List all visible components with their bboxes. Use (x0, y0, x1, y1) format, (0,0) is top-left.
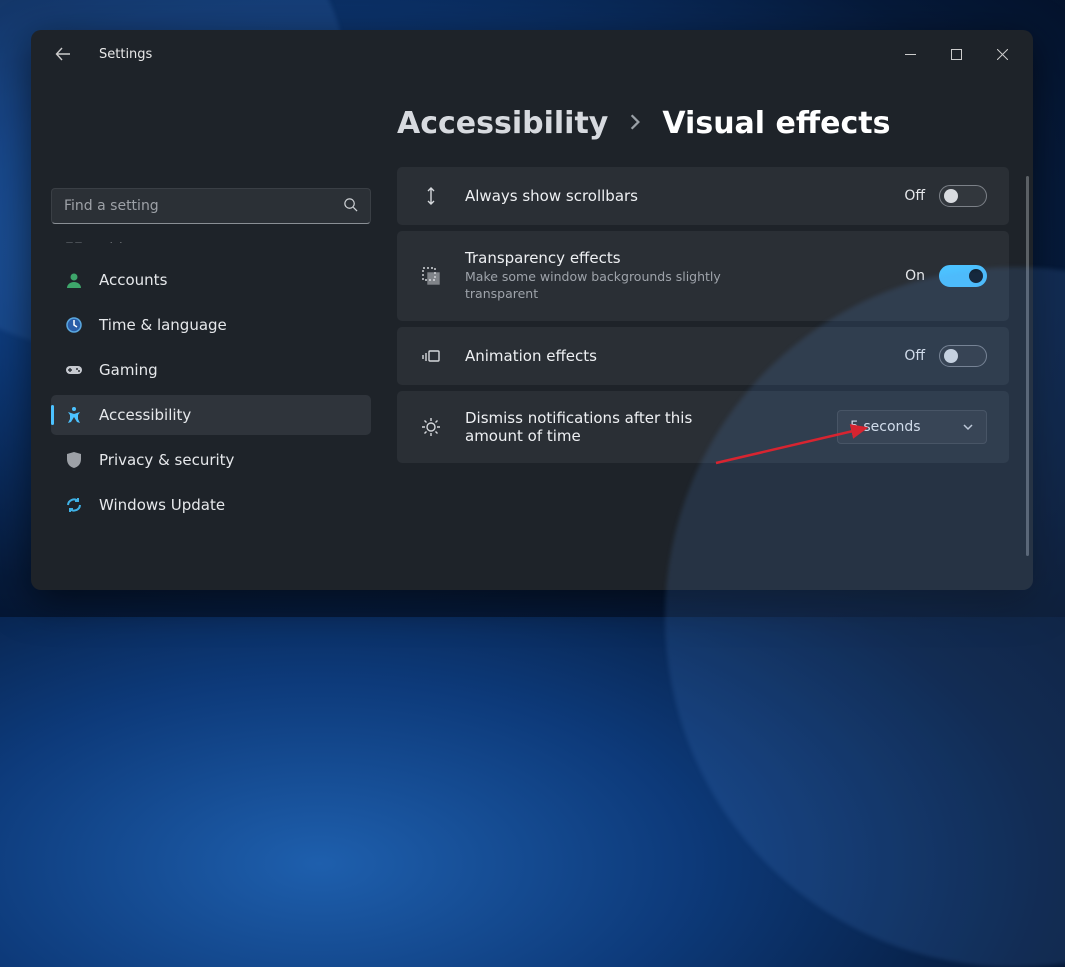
settings-window: Settings Apps (31, 30, 1033, 590)
sidebar-item-windows-update[interactable]: Windows Update (51, 485, 371, 525)
sidebar-item-accessibility[interactable]: Accessibility (51, 395, 371, 435)
app-title: Settings (99, 47, 152, 62)
shield-icon (65, 451, 83, 469)
setting-title: Dismiss notifications after this amount … (465, 409, 725, 445)
sidebar-item-accounts[interactable]: Accounts (51, 260, 371, 300)
close-button[interactable] (979, 38, 1025, 70)
minimize-button[interactable] (887, 38, 933, 70)
setting-title: Transparency effects (465, 249, 883, 267)
search-icon (343, 197, 358, 216)
setting-animation-effects[interactable]: Animation effects Off (397, 327, 1009, 385)
dismiss-time-dropdown[interactable]: 5 seconds (837, 410, 987, 444)
transparency-icon (419, 265, 443, 287)
gaming-icon (65, 361, 83, 379)
maximize-button[interactable] (933, 38, 979, 70)
sidebar-item-label: Accounts (99, 271, 167, 289)
accessibility-icon (65, 406, 83, 424)
nav-list[interactable]: Apps Accounts Time & language Gaming (51, 242, 371, 590)
sidebar-item-gaming[interactable]: Gaming (51, 350, 371, 390)
toggle-state-label: Off (904, 188, 925, 204)
setting-transparency-effects[interactable]: Transparency effects Make some window ba… (397, 231, 1009, 321)
toggle-state-label: Off (904, 348, 925, 364)
apps-icon (65, 242, 83, 244)
sidebar-item-label: Apps (99, 242, 136, 244)
sidebar-item-label: Accessibility (99, 406, 191, 424)
scrollbars-icon (419, 185, 443, 207)
back-button[interactable] (47, 38, 79, 70)
titlebar: Settings (31, 30, 1033, 78)
sidebar-item-time-language[interactable]: Time & language (51, 305, 371, 345)
setting-always-show-scrollbars[interactable]: Always show scrollbars Off (397, 167, 1009, 225)
sidebar-item-privacy-security[interactable]: Privacy & security (51, 440, 371, 480)
time-language-icon (65, 316, 83, 334)
setting-subtitle: Make some window backgrounds slightly tr… (465, 269, 725, 303)
annotation-arrow (711, 420, 881, 474)
content-area: Accessibility Visual effects Always show… (391, 78, 1033, 590)
breadcrumb-parent[interactable]: Accessibility (397, 106, 608, 141)
animation-toggle[interactable] (939, 345, 987, 367)
breadcrumb-current: Visual effects (662, 106, 890, 141)
brightness-icon (419, 416, 443, 438)
accounts-icon (65, 271, 83, 289)
animation-icon (419, 345, 443, 367)
sidebar-item-label: Privacy & security (99, 451, 234, 469)
transparency-toggle[interactable] (939, 265, 987, 287)
setting-title: Always show scrollbars (465, 187, 882, 205)
search-box[interactable] (51, 188, 371, 224)
sidebar-item-label: Time & language (99, 316, 227, 334)
toggle-state-label: On (905, 268, 925, 284)
dropdown-value: 5 seconds (850, 419, 921, 435)
chevron-down-icon (962, 421, 974, 433)
content-scrollbar[interactable] (1026, 176, 1029, 556)
chevron-right-icon (626, 113, 644, 135)
sidebar-item-apps[interactable]: Apps (51, 242, 371, 255)
sidebar: Apps Accounts Time & language Gaming (31, 78, 391, 590)
search-input[interactable] (64, 198, 343, 214)
update-icon (65, 496, 83, 514)
setting-title: Animation effects (465, 347, 882, 365)
sidebar-item-label: Gaming (99, 361, 158, 379)
setting-dismiss-notifications[interactable]: Dismiss notifications after this amount … (397, 391, 1009, 463)
sidebar-item-label: Windows Update (99, 496, 225, 514)
scrollbars-toggle[interactable] (939, 185, 987, 207)
breadcrumb: Accessibility Visual effects (397, 106, 1009, 141)
